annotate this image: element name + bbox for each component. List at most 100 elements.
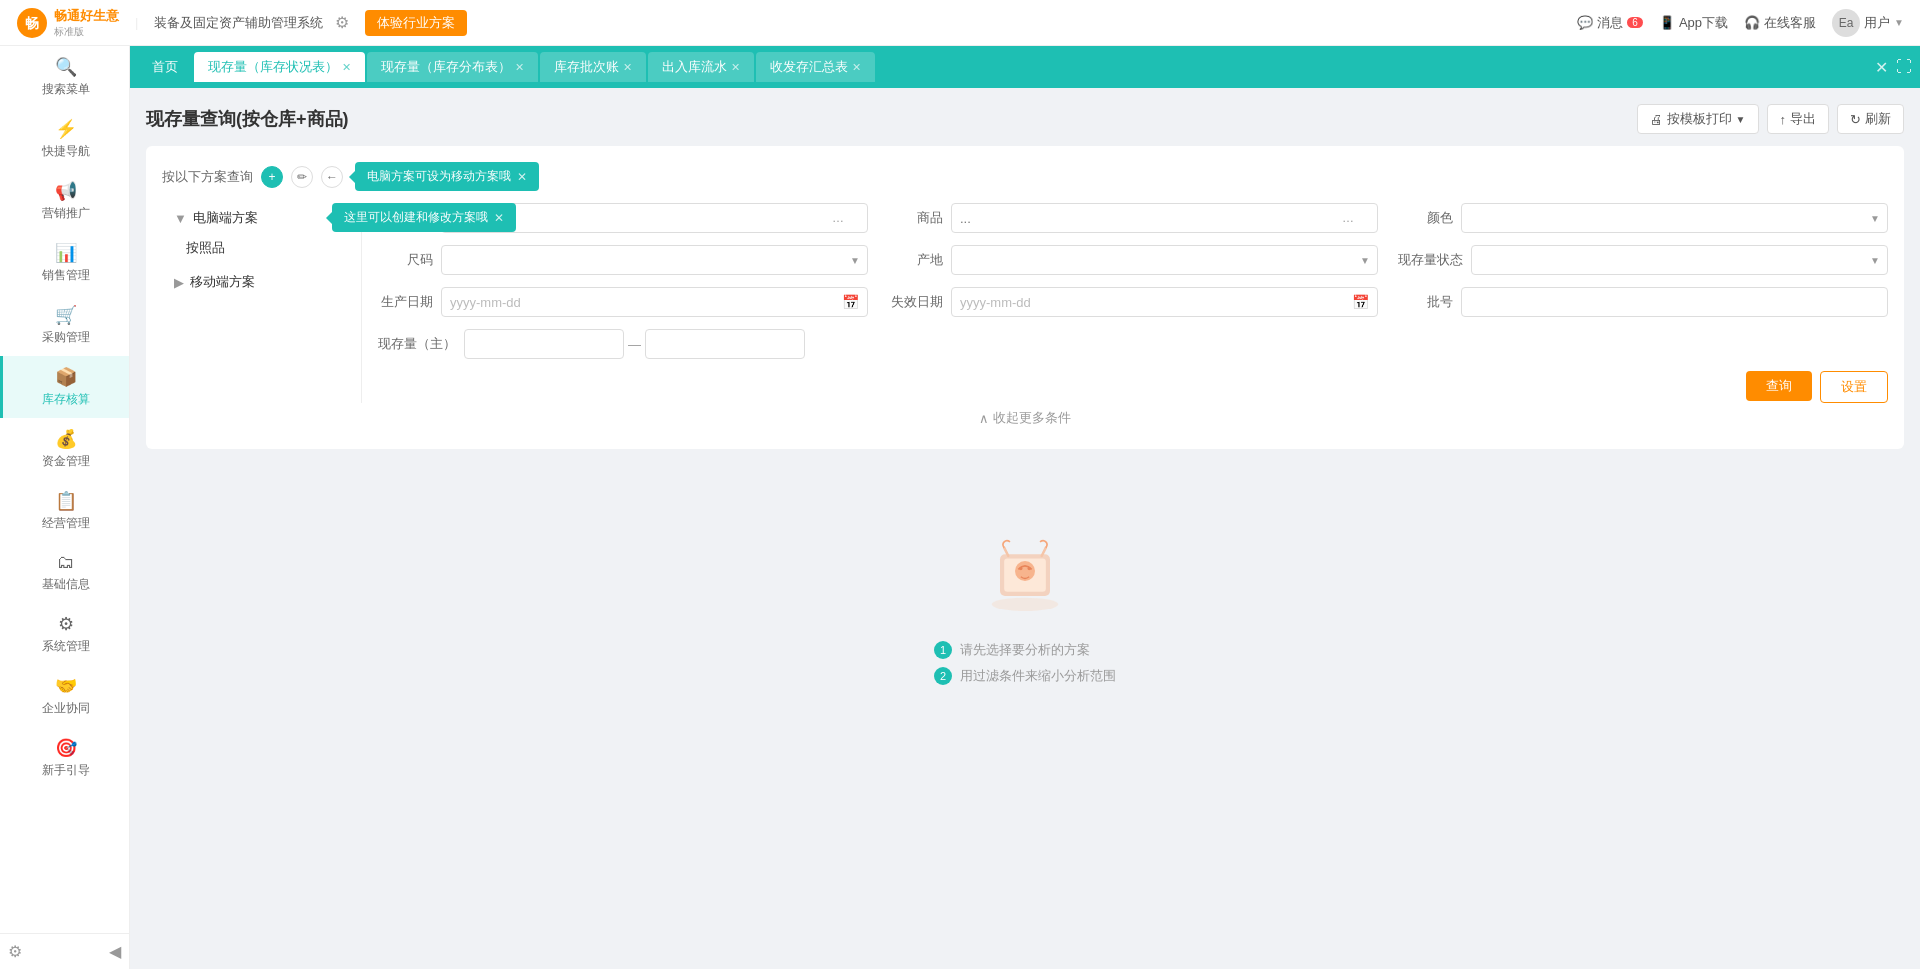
goods-input[interactable] xyxy=(951,203,1378,233)
reset-button[interactable]: 设置 xyxy=(1820,371,1888,403)
tab-close-inventory-status[interactable]: ✕ xyxy=(342,61,351,74)
produce-date-input[interactable]: yyyy-mm-dd 📅 xyxy=(441,287,868,317)
collapse-label: 收起更多条件 xyxy=(993,409,1071,427)
refresh-icon: ↻ xyxy=(1850,112,1861,127)
sidebar-item-label: 营销推广 xyxy=(42,205,90,222)
sidebar-item-purchase[interactable]: 🛒 采购管理 xyxy=(0,294,129,356)
headset-icon: 🎧 xyxy=(1744,15,1760,30)
scheme-item-desktop[interactable]: ▼ 电脑端方案 xyxy=(162,203,349,233)
stock-main-min-input[interactable] xyxy=(464,329,624,359)
filter-top-row: 按以下方案查询 + ✏ ← 电脑方案可设为移动方案哦 ✕ xyxy=(162,162,1888,191)
content-area: 首页 现存量（库存状况表） ✕ 现存量（库存分布表） ✕ 库存批次账 ✕ 出入库… xyxy=(130,46,1920,969)
sidebar-item-search[interactable]: 🔍 搜索菜单 xyxy=(0,46,129,108)
refresh-button[interactable]: ↻ 刷新 xyxy=(1837,104,1904,134)
empty-state: 1 请先选择要分析的方案 2 用过滤条件来缩小分析范围 xyxy=(146,461,1904,745)
stock-main-label: 现存量（主） xyxy=(378,335,456,353)
color-select[interactable] xyxy=(1461,203,1888,233)
size-select[interactable] xyxy=(441,245,868,275)
tab-inout-flow[interactable]: 出入库流水 ✕ xyxy=(648,52,754,82)
tooltip-scheme-text: 电脑方案可设为移动方案哦 xyxy=(367,168,511,185)
filter-row-4: 现存量（主） — xyxy=(378,329,1888,359)
sidebar-item-basic[interactable]: 🗂 基础信息 xyxy=(0,542,129,603)
page-actions: 🖨 按模板打印 ▼ ↑ 导出 ↻ 刷新 xyxy=(1637,104,1904,134)
sidebar-bottom: ⚙ ◀ xyxy=(0,933,129,969)
origin-select[interactable] xyxy=(951,245,1378,275)
message-item[interactable]: 💬 消息 6 xyxy=(1577,14,1643,32)
filter-row-1: 仓库 … 商品 xyxy=(378,203,1888,233)
top-bar: 畅 畅通好生意 标准版 | 装备及固定资产辅助管理系统 ⚙ 体验行业方案 💬 消… xyxy=(0,0,1920,46)
scheme-item-mobile[interactable]: ▶ 移动端方案 xyxy=(162,267,349,297)
support-item[interactable]: 🎧 在线客服 xyxy=(1744,14,1816,32)
trial-button[interactable]: 体验行业方案 xyxy=(365,10,467,36)
print-button[interactable]: 🖨 按模板打印 ▼ xyxy=(1637,104,1759,134)
scheme-label-mobile: 移动端方案 xyxy=(190,273,255,291)
scheme-edit-button[interactable]: ✏ xyxy=(291,166,313,188)
sidebar-item-finance[interactable]: 💰 资金管理 xyxy=(0,418,129,480)
tab-close-inventory-dist[interactable]: ✕ xyxy=(515,61,524,74)
top-bar-left: 畅 畅通好生意 标准版 | 装备及固定资产辅助管理系统 ⚙ 体验行业方案 xyxy=(16,7,467,39)
tab-close-all-icon[interactable]: ✕ xyxy=(1875,58,1888,77)
user-initials: Ea xyxy=(1839,16,1854,30)
sidebar-item-quick[interactable]: ⚡ 快捷导航 xyxy=(0,108,129,170)
top-bar-right: 💬 消息 6 📱 App下载 🎧 在线客服 Ea 用户 ▼ xyxy=(1577,9,1904,37)
sidebar-item-operations[interactable]: 📋 经营管理 xyxy=(0,480,129,542)
scheme-arrow-desktop: ▼ xyxy=(174,211,187,226)
scheme-arrow-mobile: ▶ xyxy=(174,275,184,290)
stock-status-select[interactable] xyxy=(1471,245,1888,275)
search-icon: 🔍 xyxy=(55,56,77,78)
collapse-up-icon: ∧ xyxy=(979,411,989,426)
sidebar-item-inventory[interactable]: 📦 库存核算 xyxy=(0,356,129,418)
warehouse-more-icon[interactable]: … xyxy=(832,211,844,225)
guide-icon: 🎯 xyxy=(55,737,77,759)
sidebar-item-label: 新手引导 xyxy=(42,762,90,779)
filter-color: 颜色 ▼ xyxy=(1398,203,1888,233)
user-item[interactable]: Ea 用户 ▼ xyxy=(1832,9,1904,37)
logo-area: 畅 畅通好生意 标准版 xyxy=(16,7,119,39)
tooltip-create: 这里可以创建和修改方案哦 ✕ xyxy=(332,203,516,232)
filter-size: 尺码 ▼ xyxy=(378,245,868,275)
sidebar-item-marketing[interactable]: 📢 营销推广 xyxy=(0,170,129,232)
expire-date-input[interactable]: yyyy-mm-dd 📅 xyxy=(951,287,1378,317)
tab-close-batch-account[interactable]: ✕ xyxy=(623,61,632,74)
empty-tip-2: 2 用过滤条件来缩小分析范围 xyxy=(934,667,1116,685)
tab-inventory-dist[interactable]: 现存量（库存分布表） ✕ xyxy=(367,52,538,82)
svg-point-6 xyxy=(1019,567,1022,570)
sidebar: 🔍 搜索菜单 ⚡ 快捷导航 📢 营销推广 📊 销售管理 🛒 采购管理 xyxy=(0,46,130,969)
sidebar-settings-icon[interactable]: ⚙ xyxy=(8,942,22,961)
filter-scheme-label: 按以下方案查询 xyxy=(162,168,253,186)
sales-icon: 📊 xyxy=(55,242,77,264)
tab-inventory-status[interactable]: 现存量（库存状况表） ✕ xyxy=(194,52,365,82)
tab-close-inout-flow[interactable]: ✕ xyxy=(731,61,740,74)
tab-home[interactable]: 首页 xyxy=(138,52,192,82)
message-badge: 6 xyxy=(1627,17,1643,28)
export-button[interactable]: ↑ 导出 xyxy=(1767,104,1830,134)
goods-more-icon[interactable]: … xyxy=(1342,211,1354,225)
app-download-item[interactable]: 📱 App下载 xyxy=(1659,14,1728,32)
expire-date-label: 失效日期 xyxy=(888,293,943,311)
quick-icon: ⚡ xyxy=(55,118,77,140)
tab-close-receive-summary[interactable]: ✕ xyxy=(852,61,861,74)
filter-body: ▼ 电脑端方案 这里可以创建和修改方案哦 ✕ xyxy=(162,203,1888,403)
sidebar-item-enterprise[interactable]: 🤝 企业协同 xyxy=(0,665,129,727)
batch-input[interactable] xyxy=(1461,287,1888,317)
scheme-item-bygoods[interactable]: 按照品 xyxy=(162,233,349,263)
tab-receive-summary[interactable]: 收发存汇总表 ✕ xyxy=(756,52,875,82)
search-button[interactable]: 查询 xyxy=(1746,371,1812,401)
tab-fullscreen-icon[interactable]: ⛶ xyxy=(1896,58,1912,77)
collapse-button[interactable]: ∧ 收起更多条件 xyxy=(979,409,1071,427)
filter-fields: 仓库 … 商品 xyxy=(362,203,1888,403)
sidebar-collapse-icon[interactable]: ◀ xyxy=(109,942,121,961)
scheme-back-button[interactable]: ← xyxy=(321,166,343,188)
stock-main-max-input[interactable] xyxy=(645,329,805,359)
tab-batch-account[interactable]: 库存批次账 ✕ xyxy=(540,52,646,82)
scheme-sub-label: 按照品 xyxy=(186,239,225,257)
logo-main-text: 畅通好生意 xyxy=(54,7,119,25)
settings-icon[interactable]: ⚙ xyxy=(335,13,349,32)
tooltip-scheme-close[interactable]: ✕ xyxy=(517,170,527,184)
tooltip-create-close[interactable]: ✕ xyxy=(494,211,504,225)
sidebar-item-system[interactable]: ⚙ 系统管理 xyxy=(0,603,129,665)
scheme-add-button[interactable]: + xyxy=(261,166,283,188)
batch-label: 批号 xyxy=(1398,293,1453,311)
sidebar-item-sales[interactable]: 📊 销售管理 xyxy=(0,232,129,294)
sidebar-item-guide[interactable]: 🎯 新手引导 xyxy=(0,727,129,789)
